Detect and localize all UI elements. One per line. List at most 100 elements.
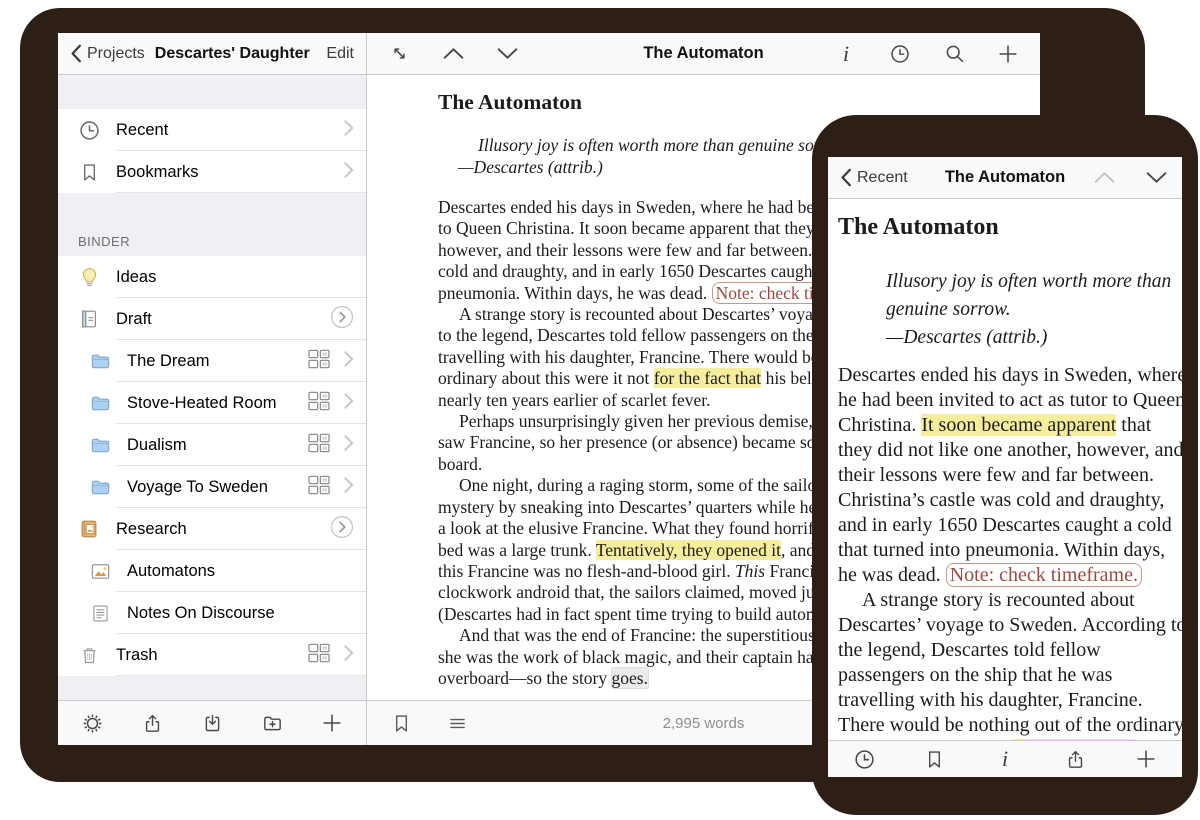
clock-icon (76, 117, 102, 143)
binder-section-label: BINDER (58, 193, 366, 256)
back-label: Projects (87, 45, 145, 63)
document-line: he was dead. Note: check timeframe. (838, 563, 1182, 588)
iphone-toolbar: i (828, 740, 1182, 777)
folder-icon (87, 348, 113, 374)
settings-gear-icon[interactable] (78, 709, 106, 737)
share-icon[interactable] (138, 709, 166, 737)
binder-row-dualism[interactable]: Dualism (58, 424, 366, 466)
binder-row-research[interactable]: Research (58, 508, 366, 550)
chevron-left-icon (840, 168, 852, 187)
corkboard-grid-icon[interactable] (307, 349, 331, 374)
binder-item-label: Bookmarks (116, 163, 199, 182)
editor-navbar: The Automaton i (367, 33, 1040, 75)
binder-scroll-area[interactable]: Recent Bookmarks BINDER Ideas DraftThe Dre… (58, 75, 366, 700)
row-divider (116, 675, 366, 676)
next-document-icon[interactable] (493, 40, 521, 68)
lightbulb-icon (76, 264, 102, 290)
corkboard-grid-icon[interactable] (307, 433, 331, 458)
binder-row-draft[interactable]: Draft (58, 298, 366, 340)
document-line: the legend, Descartes told fellow (838, 638, 1182, 663)
add-folder-icon[interactable] (258, 709, 286, 737)
bookmark-icon[interactable] (921, 745, 949, 773)
chevron-right-icon[interactable] (343, 350, 354, 373)
add-icon[interactable] (318, 709, 346, 737)
document-line: he had been invited to act as tutor to Q… (838, 388, 1182, 413)
binder-row-bookmarks[interactable]: Bookmarks (58, 151, 366, 193)
document-line: Christina’s castle was cold and draughty… (838, 488, 1182, 513)
binder-row-the-dream[interactable]: The Dream (58, 340, 366, 382)
chevron-right-icon[interactable] (343, 434, 354, 457)
binder-item-label: Research (116, 520, 187, 539)
highlighted-text: Tentatively, they opened it (596, 540, 781, 560)
quote-line: genuine sorrow. (886, 296, 1182, 324)
add-icon[interactable] (994, 40, 1022, 68)
circled-chevron-icon[interactable] (330, 515, 354, 544)
chevron-right-icon[interactable] (343, 476, 354, 499)
binder-item-label: Trash (116, 646, 158, 665)
document-line: passengers on the ship that he was (838, 663, 1182, 688)
document-line: and in early 1650 Descartes caught a col… (838, 513, 1182, 538)
document-line: There would be nothing out of the ordina… (838, 713, 1182, 738)
epigraph-quote: Illusory joy is often worth more thangen… (886, 268, 1182, 352)
binder-item-label: Voyage To Sweden (127, 478, 268, 497)
circled-chevron-icon[interactable] (330, 305, 354, 334)
menu-icon[interactable] (443, 709, 471, 737)
quote-line: Illusory joy is often worth more than (886, 268, 1182, 296)
iphone-document-text[interactable]: The Automaton Illusory joy is often wort… (828, 199, 1182, 740)
next-document-icon[interactable] (1142, 164, 1170, 192)
chevron-right-icon[interactable] (343, 119, 354, 142)
binder-item-label: Dualism (127, 436, 187, 455)
binder-row-ideas[interactable]: Ideas (58, 256, 366, 298)
highlighted-text: for the fact that (654, 368, 761, 388)
document-line: A strange story is recounted about (838, 588, 1182, 613)
inspector-info-icon[interactable]: i (832, 40, 860, 68)
back-to-recent-button[interactable]: Recent (840, 168, 908, 187)
draft-icon (76, 306, 102, 332)
italic-text: This (735, 561, 765, 581)
binder-sidebar: Projects Descartes' Daughter Edit Recent… (58, 33, 367, 745)
document-line: travelling with his daughter, Francine. (838, 688, 1182, 713)
binder-row-recent[interactable]: Recent (58, 109, 366, 151)
corkboard-grid-icon[interactable] (307, 643, 331, 668)
inspector-info-icon[interactable]: i (991, 745, 1019, 773)
project-title: Descartes' Daughter (155, 45, 310, 63)
row-divider (116, 192, 366, 193)
iphone-device-frame: Recent The Automaton The Automaton Illus… (812, 115, 1198, 815)
corkboard-grid-icon[interactable] (307, 391, 331, 416)
binder-item-label: Stove-Heated Room (127, 394, 277, 413)
notes-icon (87, 600, 113, 626)
binder-row-trash[interactable]: Trash (58, 634, 366, 676)
expand-editor-icon[interactable] (385, 40, 413, 68)
bookmark-icon (76, 159, 102, 185)
binder-row-stove-heated-room[interactable]: Stove-Heated Room (58, 382, 366, 424)
history-clock-icon[interactable] (886, 40, 914, 68)
document-line: they did not like one another, however, … (838, 438, 1182, 463)
chevron-right-icon[interactable] (343, 644, 354, 667)
bookmark-icon[interactable] (387, 709, 415, 737)
back-label: Recent (857, 169, 908, 187)
research-icon (76, 516, 102, 542)
chevron-left-icon (70, 44, 82, 63)
document-line: that turned into pneumonia. Within days, (838, 538, 1182, 563)
binder-item-label: Ideas (116, 268, 156, 287)
document-body: Descartes ended his days in Sweden, wher… (838, 363, 1182, 740)
search-icon[interactable] (940, 40, 968, 68)
back-to-projects-button[interactable]: Projects (70, 44, 145, 63)
binder-item-label: Automatons (127, 562, 215, 581)
document-title: The Automaton (838, 213, 1182, 241)
chevron-right-icon[interactable] (343, 392, 354, 415)
document-line: Christina. It soon became apparent that (838, 413, 1182, 438)
add-icon[interactable] (1132, 745, 1160, 773)
corkboard-grid-icon[interactable] (307, 475, 331, 500)
edit-button[interactable]: Edit (326, 45, 354, 63)
chevron-right-icon[interactable] (343, 161, 354, 184)
binder-item-label: Notes On Discourse (127, 604, 275, 623)
binder-row-automatons[interactable]: Automatons (58, 550, 366, 592)
import-icon[interactable] (198, 709, 226, 737)
previous-document-icon[interactable] (1090, 164, 1118, 192)
binder-row-voyage-to-sweden[interactable]: Voyage To Sweden (58, 466, 366, 508)
share-icon[interactable] (1062, 745, 1090, 773)
history-clock-icon[interactable] (850, 745, 878, 773)
previous-document-icon[interactable] (439, 40, 467, 68)
binder-row-notes-on-discourse[interactable]: Notes On Discourse (58, 592, 366, 634)
